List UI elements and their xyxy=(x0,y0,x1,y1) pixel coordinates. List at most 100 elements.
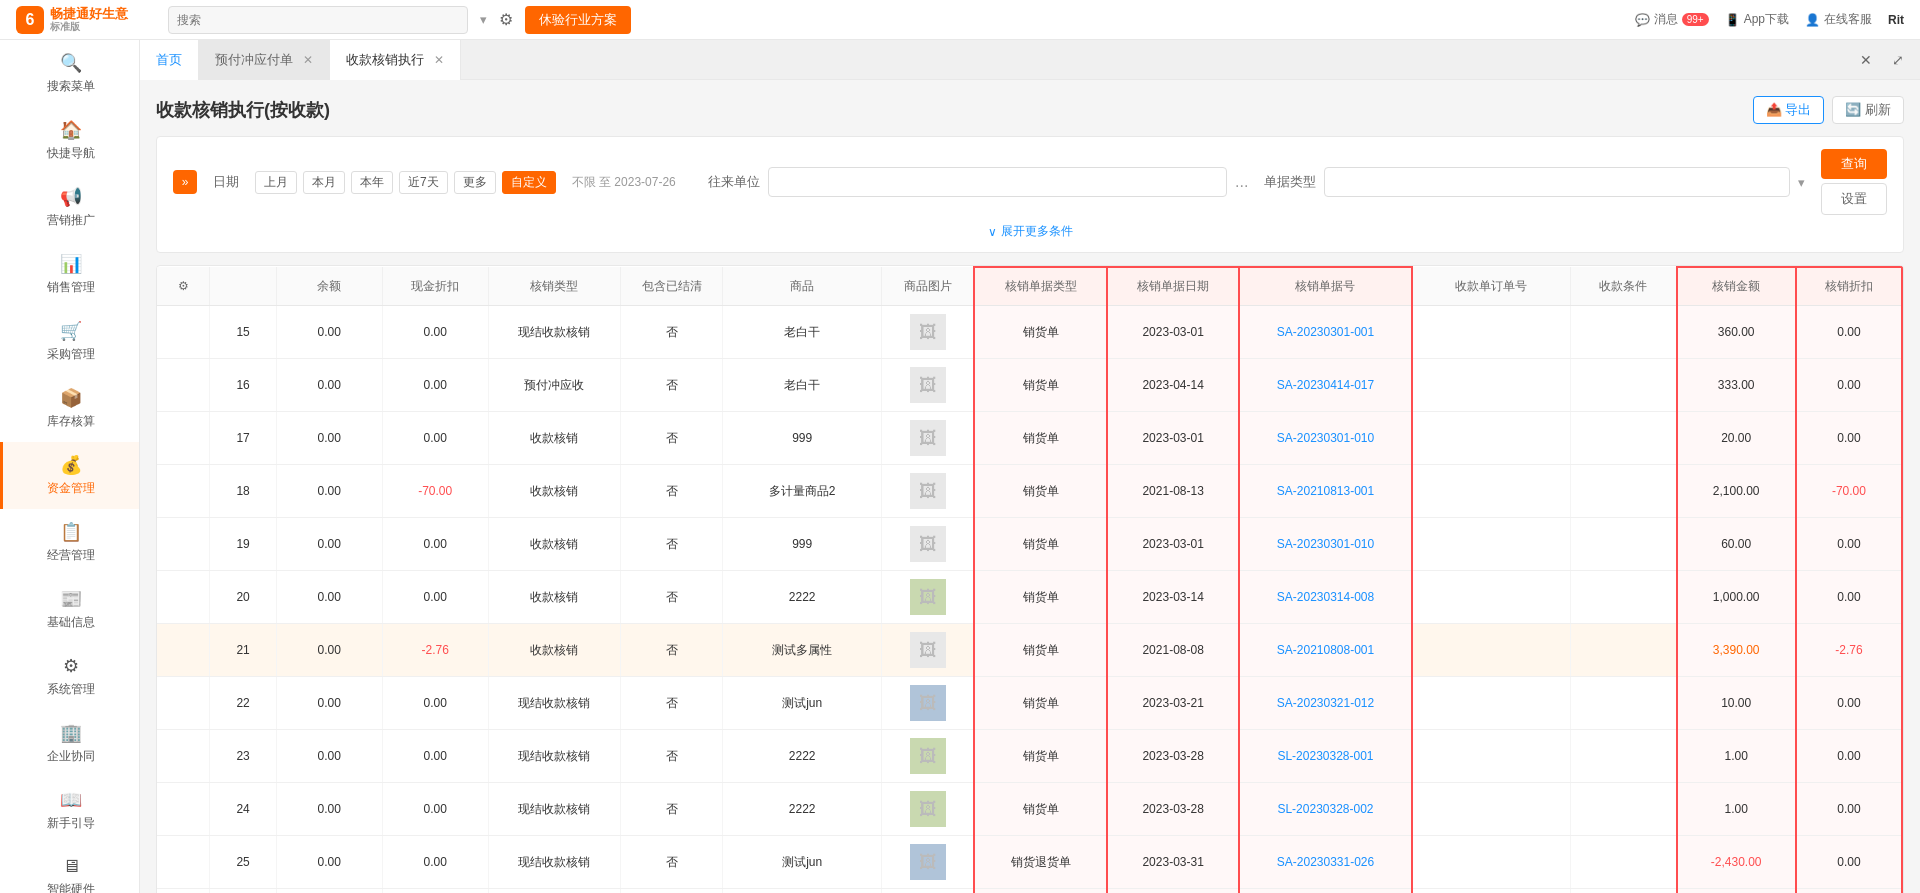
sidebar-item-sales[interactable]: 📊 销售管理 xyxy=(0,241,139,308)
query-button[interactable]: 查询 xyxy=(1821,149,1887,179)
expand-more-button[interactable]: ∨ 展开更多条件 xyxy=(988,223,1073,240)
row-goods-img: 🖼 xyxy=(882,465,975,518)
search-menu-icon: 🔍 xyxy=(60,52,82,74)
row-bill-date: 2023-03-01 xyxy=(1107,306,1239,359)
row-bill-type: 销货单 xyxy=(974,889,1106,894)
row-bill-no: SA-20210813-001 xyxy=(1239,465,1411,518)
row-included: 否 xyxy=(621,518,723,571)
bill-no-link[interactable]: SA-20210813-001 xyxy=(1277,484,1374,498)
sidebar-item-inventory[interactable]: 📦 库存核算 xyxy=(0,375,139,442)
row-settings xyxy=(157,306,210,359)
main-layout: 🔍 搜索菜单 🏠 快捷导航 📢 营销推广 📊 销售管理 🛒 采购管理 📦 库存核… xyxy=(0,40,1920,893)
row-bill-no: SA-20230414-017 xyxy=(1239,359,1411,412)
row-writeoff-amount: 1,000.00 xyxy=(1677,571,1796,624)
row-writeoff-discount: 0.00 xyxy=(1796,889,1902,894)
row-receipt-order-no xyxy=(1412,359,1571,412)
row-receipt-order-no xyxy=(1412,730,1571,783)
sidebar-item-guide[interactable]: 📖 新手引导 xyxy=(0,777,139,844)
bill-no-link[interactable]: SA-20230301-010 xyxy=(1277,537,1374,551)
date-last-month-button[interactable]: 上月 xyxy=(255,171,297,194)
row-cash-discount: 0.00 xyxy=(382,412,488,465)
dropdown-icon[interactable]: ▾ xyxy=(480,12,487,27)
row-writeoff-discount: -70.00 xyxy=(1796,465,1902,518)
th-writeoff-discount: 核销折扣 xyxy=(1796,267,1902,306)
goods-image-placeholder: 🖼 xyxy=(910,738,946,774)
date-more-button[interactable]: 更多 xyxy=(454,171,496,194)
top-search-input[interactable] xyxy=(168,6,468,34)
sidebar-item-hardware[interactable]: 🖥 智能硬件 xyxy=(0,844,139,893)
filter-expand-button[interactable]: » xyxy=(173,170,197,194)
row-bill-no: ABC-001 xyxy=(1239,889,1411,894)
messages-area[interactable]: 💬 消息 99+ xyxy=(1635,11,1709,28)
bill-no-link[interactable]: SL-20230328-001 xyxy=(1277,749,1373,763)
source-unit-dots[interactable]: ... xyxy=(1235,173,1248,191)
app-name: 畅捷通好生意 xyxy=(50,6,128,22)
bill-no-link[interactable]: SA-20230321-012 xyxy=(1277,696,1374,710)
tab-receipt-writeoff[interactable]: 收款核销执行 ✕ xyxy=(330,40,461,80)
settings-button[interactable]: 设置 xyxy=(1821,183,1887,215)
source-unit-input[interactable] xyxy=(768,167,1227,197)
bill-no-link[interactable]: SA-20210808-001 xyxy=(1277,643,1374,657)
row-balance: 0.00 xyxy=(276,359,382,412)
sidebar-item-hardware-label: 智能硬件 xyxy=(47,881,95,893)
table-row: 240.000.00现结收款核销否2222🖼销货单2023-03-28SL-20… xyxy=(157,783,1902,836)
date-custom-button[interactable]: 自定义 xyxy=(502,171,556,194)
row-writeoff-discount: 0.00 xyxy=(1796,836,1902,889)
sidebar-item-basic-info[interactable]: 📰 基础信息 xyxy=(0,576,139,643)
date-this-year-button[interactable]: 本年 xyxy=(351,171,393,194)
tab-restore-button[interactable]: ⤢ xyxy=(1884,46,1912,74)
row-settings xyxy=(157,624,210,677)
receipt-type-input[interactable] xyxy=(1324,167,1790,197)
row-settings xyxy=(157,412,210,465)
th-settings[interactable]: ⚙ xyxy=(157,267,210,306)
row-writeoff-amount: -2,430.00 xyxy=(1677,836,1796,889)
top-bar-actions: 💬 消息 99+ 📱 App下载 👤 在线客服 Rit xyxy=(1635,11,1904,28)
row-settings xyxy=(157,677,210,730)
date-7days-button[interactable]: 近7天 xyxy=(399,171,448,194)
th-balance: 余额 xyxy=(276,267,382,306)
sidebar-item-finance[interactable]: 💰 资金管理 xyxy=(0,442,139,509)
filter-date-options: 上月 本月 本年 近7天 更多 自定义 xyxy=(255,171,556,194)
receipt-type-dropdown-icon[interactable]: ▾ xyxy=(1798,175,1805,190)
sidebar-item-operations[interactable]: 📋 经营管理 xyxy=(0,509,139,576)
tab-receipt-writeoff-close[interactable]: ✕ xyxy=(434,53,444,67)
table-row: 180.00-70.00收款核销否多计量商品2🖼销货单2021-08-13SA-… xyxy=(157,465,1902,518)
tab-close-all-button[interactable]: ✕ xyxy=(1852,46,1880,74)
row-bill-type: 销货单 xyxy=(974,571,1106,624)
bill-no-link[interactable]: SA-20230314-008 xyxy=(1277,590,1374,604)
date-this-month-button[interactable]: 本月 xyxy=(303,171,345,194)
table-header-row: ⚙ 余额 现金折扣 核销类型 包含已结清 商品 商品图片 核销单据类型 核销单据… xyxy=(157,267,1902,306)
app-download[interactable]: 📱 App下载 xyxy=(1725,11,1789,28)
tab-bar-actions: ✕ ⤢ xyxy=(1844,46,1920,74)
table-row: 190.000.00收款核销否999🖼销货单2023-03-01SA-20230… xyxy=(157,518,1902,571)
bill-no-link[interactable]: SL-20230328-002 xyxy=(1277,802,1373,816)
sidebar-item-purchase[interactable]: 🛒 采购管理 xyxy=(0,308,139,375)
bill-no-link[interactable]: SA-20230301-001 xyxy=(1277,325,1374,339)
sidebar-item-system[interactable]: ⚙ 系统管理 xyxy=(0,643,139,710)
th-writeoff-amount: 核销金额 xyxy=(1677,267,1796,306)
tab-prepay-close[interactable]: ✕ xyxy=(303,53,313,67)
sidebar-item-enterprise[interactable]: 🏢 企业协同 xyxy=(0,710,139,777)
row-writeoff-type: 现结收款核销 xyxy=(488,677,620,730)
tab-prepay[interactable]: 预付冲应付单 ✕ xyxy=(199,40,330,80)
row-bill-type: 销货退货单 xyxy=(974,836,1106,889)
export-button[interactable]: 📤 导出 xyxy=(1753,96,1825,124)
refresh-button[interactable]: 🔄 刷新 xyxy=(1832,96,1904,124)
row-receipt-condition xyxy=(1571,306,1677,359)
bill-no-link[interactable]: SA-20230331-026 xyxy=(1277,855,1374,869)
row-num: 15 xyxy=(210,306,276,359)
bill-no-link[interactable]: SA-20230301-010 xyxy=(1277,431,1374,445)
sidebar-item-quick-nav[interactable]: 🏠 快捷导航 xyxy=(0,107,139,174)
solution-button[interactable]: 休验行业方案 xyxy=(525,6,631,34)
row-balance: 0.00 xyxy=(276,624,382,677)
row-settings xyxy=(157,730,210,783)
sidebar-item-marketing[interactable]: 📢 营销推广 xyxy=(0,174,139,241)
bill-no-link[interactable]: SA-20230414-017 xyxy=(1277,378,1374,392)
online-support[interactable]: 👤 在线客服 xyxy=(1805,11,1872,28)
row-bill-type: 销货单 xyxy=(974,730,1106,783)
settings-icon[interactable]: ⚙ xyxy=(499,10,513,29)
table-row: 150.000.00现结收款核销否老白干🖼销货单2023-03-01SA-202… xyxy=(157,306,1902,359)
tab-home[interactable]: 首页 xyxy=(140,40,199,80)
row-num: 20 xyxy=(210,571,276,624)
sidebar-item-search[interactable]: 🔍 搜索菜单 xyxy=(0,40,139,107)
